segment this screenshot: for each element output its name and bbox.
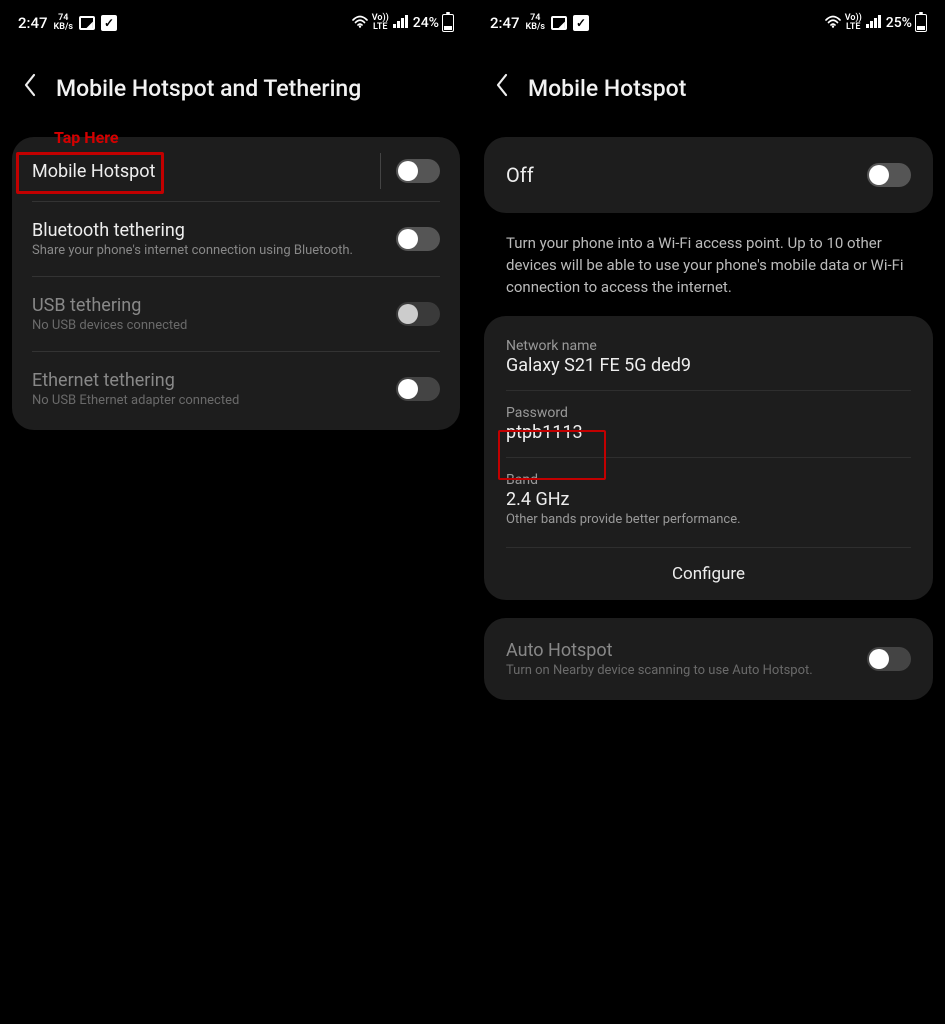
lte-icon: Vo)) LTE	[372, 14, 389, 32]
signal-icon	[393, 15, 409, 32]
hotspot-description: Turn your phone into a Wi-Fi access poin…	[484, 231, 933, 316]
page-header: Mobile Hotspot	[484, 38, 933, 137]
row-mobile-hotspot[interactable]: Mobile Hotspot	[32, 141, 440, 202]
page-title: Mobile Hotspot and Tethering	[56, 75, 361, 102]
page-title: Mobile Hotspot	[528, 75, 686, 102]
phone-panel-right: 2:47 74 KB/s ✓ Vo)) LTE 25%	[472, 0, 945, 1024]
auto-hotspot-title: Auto Hotspot	[506, 640, 867, 661]
status-time: 2:47	[490, 14, 520, 32]
status-time: 2:47	[18, 14, 48, 32]
band-label: Band	[506, 472, 911, 488]
password-value: ptpb1113	[506, 422, 911, 443]
auto-hotspot-sub: Turn on Nearby device scanning to use Au…	[506, 663, 867, 678]
phone-panel-left: Tap Here 2:47 74 KB/s ✓ Vo)) LTE 24%	[0, 0, 472, 1024]
row-hotspot-off[interactable]: Off	[506, 145, 911, 205]
row-title: USB tethering	[32, 295, 396, 316]
network-name-label: Network name	[506, 338, 911, 354]
toggle-ethernet-tethering	[396, 377, 440, 401]
password-label: Password	[506, 405, 911, 421]
toggle-bluetooth-tethering[interactable]	[396, 227, 440, 251]
row-sub: Share your phone's internet connection u…	[32, 243, 396, 258]
back-icon[interactable]	[22, 72, 38, 105]
band-value: 2.4 GHz	[506, 489, 911, 510]
signal-icon	[866, 15, 882, 32]
hotspot-state-label: Off	[506, 163, 534, 187]
row-sub: No USB devices connected	[32, 318, 396, 333]
status-data-rate: 74 KB/s	[54, 14, 73, 32]
status-data-rate: 74 KB/s	[526, 14, 545, 32]
battery-percent: 25%	[886, 15, 912, 31]
configure-button[interactable]: Configure	[506, 547, 911, 590]
row-title: Bluetooth tethering	[32, 220, 396, 241]
wifi-icon	[825, 14, 841, 33]
toggle-auto-hotspot[interactable]	[867, 647, 911, 671]
auto-hotspot-card: Auto Hotspot Turn on Nearby device scann…	[484, 618, 933, 700]
status-bar: 2:47 74 KB/s ✓ Vo)) LTE 24%	[12, 8, 460, 38]
image-icon	[551, 16, 567, 30]
row-sub: No USB Ethernet adapter connected	[32, 393, 396, 408]
row-title: Ethernet tethering	[32, 370, 396, 391]
field-network-name[interactable]: Network name Galaxy S21 FE 5G ded9	[506, 334, 911, 391]
network-card: Network name Galaxy S21 FE 5G ded9 Passw…	[484, 316, 933, 600]
row-bluetooth-tethering[interactable]: Bluetooth tethering Share your phone's i…	[32, 202, 440, 277]
toggle-mobile-hotspot[interactable]	[396, 159, 440, 183]
hotspot-toggle-card: Off	[484, 137, 933, 213]
row-auto-hotspot[interactable]: Auto Hotspot Turn on Nearby device scann…	[506, 622, 911, 696]
check-icon: ✓	[573, 15, 589, 31]
band-note: Other bands provide better performance.	[506, 512, 911, 527]
toggle-usb-tethering	[396, 302, 440, 326]
battery-percent: 24%	[413, 15, 439, 31]
field-band[interactable]: Band 2.4 GHz Other bands provide better …	[506, 458, 911, 541]
annotation-tap-here: Tap Here	[54, 128, 119, 147]
settings-card: Mobile Hotspot Bluetooth tethering Share…	[12, 137, 460, 430]
field-password[interactable]: Password ptpb1113	[506, 391, 911, 458]
check-icon: ✓	[101, 15, 117, 31]
battery-icon	[915, 14, 927, 32]
wifi-icon	[352, 14, 368, 33]
row-usb-tethering: USB tethering No USB devices connected	[32, 277, 440, 352]
row-ethernet-tethering: Ethernet tethering No USB Ethernet adapt…	[32, 352, 440, 426]
status-bar: 2:47 74 KB/s ✓ Vo)) LTE 25%	[484, 8, 933, 38]
battery-icon	[442, 14, 454, 32]
lte-icon: Vo)) LTE	[845, 14, 862, 32]
page-header: Mobile Hotspot and Tethering	[12, 38, 460, 137]
image-icon	[79, 16, 95, 30]
row-title: Mobile Hotspot	[32, 161, 396, 182]
toggle-hotspot[interactable]	[867, 163, 911, 187]
back-icon[interactable]	[494, 72, 510, 105]
network-name-value: Galaxy S21 FE 5G ded9	[506, 355, 911, 376]
